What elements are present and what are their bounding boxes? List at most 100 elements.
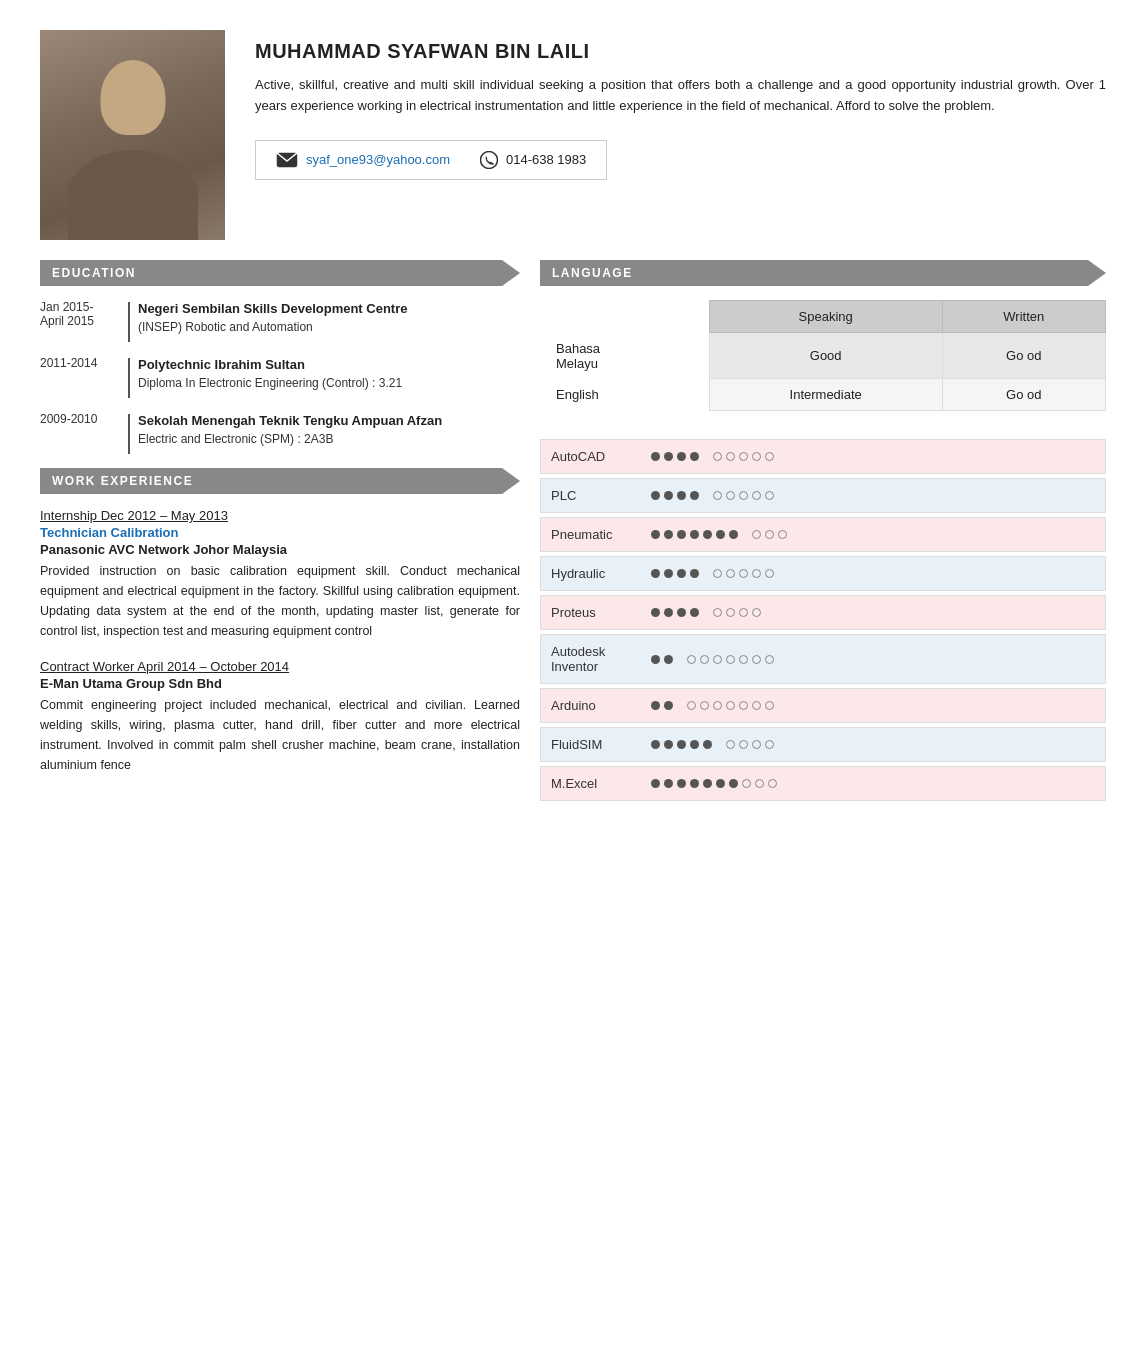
edu-desc-2: Diploma In Electronic Engineering (Contr… xyxy=(138,376,520,390)
lang-speaking-header: Speaking xyxy=(709,301,942,333)
dot-empty xyxy=(726,452,735,461)
skill-row-4: Proteus xyxy=(540,595,1106,630)
education-header: EDUCATION xyxy=(40,260,520,286)
skill-name-1: PLC xyxy=(551,488,651,503)
work-role-1: Technician Calibration xyxy=(40,525,520,540)
dot-filled xyxy=(729,779,738,788)
dot-filled xyxy=(651,608,660,617)
dot-empty xyxy=(752,530,761,539)
lang-name-bahasa: BahasaMelayu xyxy=(540,333,709,379)
dot-filled xyxy=(690,779,699,788)
lang-speaking-english: Intermediate xyxy=(709,379,942,411)
dot-filled xyxy=(664,740,673,749)
edu-details-2: Polytechnic Ibrahim Sultan Diploma In El… xyxy=(138,356,520,390)
dot-filled xyxy=(690,740,699,749)
skill-row-5: Autodesk Inventor xyxy=(540,634,1106,684)
dot-empty xyxy=(752,701,761,710)
dot-filled xyxy=(729,530,738,539)
dot-empty xyxy=(742,779,751,788)
left-column: EDUCATION Jan 2015-April 2015 Negeri Sem… xyxy=(40,260,520,805)
dot-filled xyxy=(651,452,660,461)
skill-name-8: M.Excel xyxy=(551,776,651,791)
dot-empty xyxy=(726,569,735,578)
edu-date-3: 2009-2010 xyxy=(40,412,120,426)
skill-name-4: Proteus xyxy=(551,605,651,620)
dot-filled xyxy=(664,530,673,539)
lang-name-english: English xyxy=(540,379,709,411)
skill-dots-8 xyxy=(651,779,1095,788)
dot-empty xyxy=(713,569,722,578)
edu-divider-2 xyxy=(128,358,130,398)
dot-empty xyxy=(726,491,735,500)
dot-empty xyxy=(765,530,774,539)
edu-desc-3: Electric and Electronic (SPM) : 2A3B xyxy=(138,432,520,446)
dot-empty xyxy=(768,779,777,788)
dot-filled xyxy=(664,701,673,710)
dot-filled xyxy=(664,779,673,788)
work-title-2: Contract Worker April 2014 – October 201… xyxy=(40,659,520,674)
dot-filled xyxy=(651,530,660,539)
work-header: WORK EXPERIENCE xyxy=(40,468,520,494)
dot-filled xyxy=(677,452,686,461)
main-content: EDUCATION Jan 2015-April 2015 Negeri Sem… xyxy=(40,260,1106,805)
header-info: MUHAMMAD SYAFWAN BIN LAILI Active, skill… xyxy=(255,30,1106,180)
dot-empty xyxy=(739,608,748,617)
dot-empty xyxy=(700,701,709,710)
email-contact: syaf_one93@yahoo.com xyxy=(276,152,450,168)
dot-filled xyxy=(677,779,686,788)
skill-row-0: AutoCAD xyxy=(540,439,1106,474)
dot-filled xyxy=(664,608,673,617)
dot-empty xyxy=(713,491,722,500)
skill-dots-5 xyxy=(651,655,1095,664)
dot-filled xyxy=(690,569,699,578)
edu-item-3: 2009-2010 Sekolah Menengah Teknik Tengku… xyxy=(40,412,520,454)
dot-filled xyxy=(651,655,660,664)
work-company-2: E-Man Utama Group Sdn Bhd xyxy=(40,676,520,691)
dot-empty xyxy=(765,452,774,461)
email-link[interactable]: syaf_one93@yahoo.com xyxy=(306,152,450,167)
dot-filled xyxy=(677,569,686,578)
dot-filled xyxy=(690,608,699,617)
dot-empty xyxy=(752,491,761,500)
dot-empty xyxy=(752,569,761,578)
dot-empty xyxy=(700,655,709,664)
language-header: LANGUAGE xyxy=(540,260,1106,286)
skill-dots-0 xyxy=(651,452,1095,461)
profile-photo xyxy=(40,30,225,240)
edu-details-1: Negeri Sembilan Skills Development Centr… xyxy=(138,300,520,334)
skill-name-3: Hydraulic xyxy=(551,566,651,581)
dot-empty xyxy=(739,491,748,500)
dot-empty xyxy=(765,740,774,749)
edu-item-1: Jan 2015-April 2015 Negeri Sembilan Skil… xyxy=(40,300,520,342)
skill-row-6: Arduino xyxy=(540,688,1106,723)
candidate-name: MUHAMMAD SYAFWAN BIN LAILI xyxy=(255,40,1106,63)
edu-details-3: Sekolah Menengah Teknik Tengku Ampuan Af… xyxy=(138,412,520,446)
dot-filled xyxy=(664,655,673,664)
lang-row-bahasa: BahasaMelayu Good Go od xyxy=(540,333,1106,379)
skill-row-7: FluidSIM xyxy=(540,727,1106,762)
work-desc-1: Provided instruction on basic calibratio… xyxy=(40,561,520,641)
edu-divider-3 xyxy=(128,414,130,454)
dot-filled xyxy=(664,491,673,500)
dot-empty xyxy=(778,530,787,539)
dot-empty xyxy=(739,655,748,664)
lang-written-header: Written xyxy=(942,301,1105,333)
edu-date-1: Jan 2015-April 2015 xyxy=(40,300,120,328)
dot-empty xyxy=(739,740,748,749)
skill-dots-6 xyxy=(651,701,1095,710)
dot-empty xyxy=(755,779,764,788)
dot-empty xyxy=(713,608,722,617)
skill-dots-1 xyxy=(651,491,1095,500)
dot-empty xyxy=(726,655,735,664)
dot-filled xyxy=(677,608,686,617)
lang-speaking-bahasa: Good xyxy=(709,333,942,379)
dot-filled xyxy=(651,779,660,788)
dot-filled xyxy=(703,740,712,749)
dot-filled xyxy=(664,452,673,461)
dot-filled xyxy=(716,530,725,539)
dot-filled xyxy=(690,491,699,500)
edu-date-2: 2011-2014 xyxy=(40,356,120,370)
phone-contact: 014-638 1983 xyxy=(480,151,586,169)
dot-filled xyxy=(651,491,660,500)
dot-empty xyxy=(765,655,774,664)
